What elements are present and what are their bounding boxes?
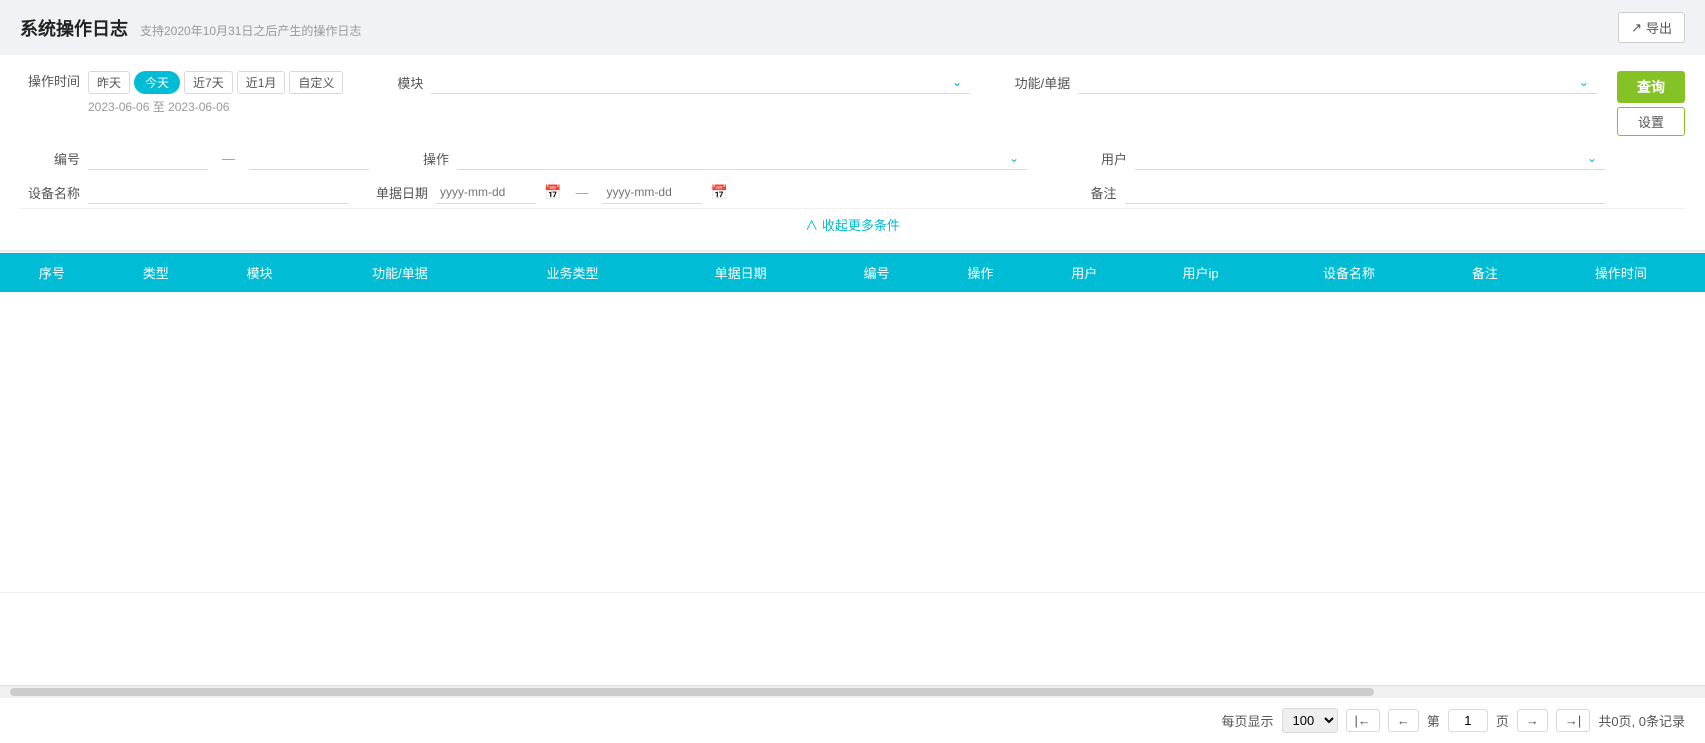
- module-select[interactable]: ⌄: [431, 71, 970, 94]
- user-chevron-icon: ⌄: [1587, 151, 1597, 165]
- export-button[interactable]: ↗ 导出: [1618, 12, 1685, 43]
- col-note: 备注: [1433, 253, 1537, 292]
- device-input[interactable]: [88, 180, 348, 204]
- calendar-to-icon[interactable]: 📅: [710, 184, 727, 201]
- data-table: 序号 类型 模块 功能/单据 业务类型 单据日期 编号 操作 用户 用户ip 设…: [0, 253, 1705, 593]
- date-dash: —: [569, 185, 594, 200]
- note-label: 备注: [1037, 183, 1117, 202]
- page-summary: 共0页, 0条记录: [1598, 711, 1685, 730]
- user-label: 用户: [1047, 149, 1127, 168]
- time-range-display: 2023-06-06 至 2023-06-06: [88, 98, 343, 115]
- time-options-group: 昨天 今天 近7天 近1月 自定义 2023-06-06 至 2023-06-0…: [88, 71, 343, 115]
- col-doc-date: 单据日期: [657, 253, 825, 292]
- col-operation: 操作: [928, 253, 1032, 292]
- operation-chevron-icon: ⌄: [1009, 151, 1019, 165]
- user-select[interactable]: ⌄: [1135, 147, 1605, 170]
- table-body: [0, 292, 1705, 592]
- number-filter: 编号 —: [20, 146, 369, 170]
- col-user-ip: 用户ip: [1136, 253, 1265, 292]
- collapse-chevron-icon: ∧: [805, 218, 818, 233]
- device-filter: 设备名称: [20, 180, 348, 204]
- scrollbar-thumb[interactable]: [10, 688, 1374, 696]
- last-page-button[interactable]: →|: [1556, 709, 1590, 732]
- time-label: 操作时间: [20, 71, 80, 90]
- col-biz-type: 业务类型: [488, 253, 656, 292]
- page-number-input[interactable]: [1448, 709, 1488, 732]
- device-label: 设备名称: [20, 183, 80, 202]
- prev-page-button[interactable]: ←: [1388, 709, 1419, 732]
- pagination-bar: 每页显示 100 10 20 50 200 |← ← 第 页 → →| 共0页,…: [0, 697, 1705, 743]
- time-buttons: 昨天 今天 近7天 近1月 自定义: [88, 71, 343, 94]
- filter-row-2: 编号 — 操作 ⌄ 用户 ⌄: [20, 146, 1685, 170]
- col-number: 编号: [825, 253, 929, 292]
- page-label: 第: [1427, 711, 1440, 730]
- function-label: 功能/单据: [990, 73, 1070, 92]
- filter-row-1: 操作时间 昨天 今天 近7天 近1月 自定义 2023-06-06 至 2023…: [20, 71, 1685, 136]
- number-dash: —: [216, 151, 241, 166]
- export-icon: ↗: [1631, 20, 1642, 36]
- query-button[interactable]: 查询: [1617, 71, 1685, 103]
- col-device: 设备名称: [1265, 253, 1433, 292]
- page-unit: 页: [1496, 711, 1509, 730]
- page-subtitle: 支持2020年10月31日之后产生的操作日志: [140, 22, 361, 39]
- note-input[interactable]: [1125, 180, 1606, 204]
- collapse-label: 收起更多条件: [822, 218, 900, 233]
- page-header: 系统操作日志 支持2020年10月31日之后产生的操作日志 ↗ 导出: [0, 0, 1705, 55]
- number-label: 编号: [20, 149, 80, 168]
- time-btn-7days[interactable]: 近7天: [184, 71, 233, 94]
- time-btn-1month[interactable]: 近1月: [237, 71, 286, 94]
- function-filter: 功能/单据 ⌄: [970, 71, 1597, 94]
- horizontal-scrollbar[interactable]: [0, 685, 1705, 697]
- table-empty-cell: [0, 292, 1705, 592]
- time-filter: 操作时间 昨天 今天 近7天 近1月 自定义 2023-06-06 至 2023…: [20, 71, 343, 115]
- doc-date-label: 单据日期: [368, 183, 428, 202]
- function-select[interactable]: ⌄: [1078, 71, 1597, 94]
- operation-select[interactable]: ⌄: [457, 147, 1027, 170]
- col-index: 序号: [0, 253, 104, 292]
- col-module: 模块: [208, 253, 312, 292]
- col-op-time: 操作时间: [1537, 253, 1705, 292]
- note-filter: 备注: [1017, 180, 1686, 204]
- time-btn-custom[interactable]: 自定义: [289, 71, 343, 94]
- next-page-button[interactable]: →: [1517, 709, 1548, 732]
- time-btn-today[interactable]: 今天: [134, 71, 180, 94]
- table-container: 序号 类型 模块 功能/单据 业务类型 单据日期 编号 操作 用户 用户ip 设…: [0, 253, 1705, 685]
- user-filter: 用户 ⌄: [1027, 147, 1685, 170]
- table-header: 序号 类型 模块 功能/单据 业务类型 单据日期 编号 操作 用户 用户ip 设…: [0, 253, 1705, 292]
- operation-label: 操作: [389, 149, 449, 168]
- per-page-select[interactable]: 100 10 20 50 200: [1282, 708, 1338, 733]
- module-label: 模块: [363, 73, 423, 92]
- table-header-row: 序号 类型 模块 功能/单据 业务类型 单据日期 编号 操作 用户 用户ip 设…: [0, 253, 1705, 292]
- action-buttons: 查询 设置: [1617, 71, 1685, 136]
- date-to-input[interactable]: [602, 181, 702, 204]
- collapse-bar[interactable]: ∧ 收起更多条件: [20, 208, 1685, 240]
- calendar-from-icon[interactable]: 📅: [544, 184, 561, 201]
- per-page-label: 每页显示: [1221, 711, 1273, 730]
- function-chevron-icon: ⌄: [1579, 75, 1589, 89]
- doc-date-filter: 单据日期 📅 — 📅: [348, 181, 1017, 204]
- module-chevron-icon: ⌄: [952, 75, 962, 89]
- export-label: 导出: [1646, 18, 1672, 37]
- header-left: 系统操作日志 支持2020年10月31日之后产生的操作日志: [20, 15, 361, 41]
- operation-filter: 操作 ⌄: [369, 147, 1027, 170]
- col-function: 功能/单据: [311, 253, 488, 292]
- page-wrapper: 系统操作日志 支持2020年10月31日之后产生的操作日志 ↗ 导出 操作时间 …: [0, 0, 1705, 743]
- settings-button[interactable]: 设置: [1617, 107, 1685, 136]
- col-user: 用户: [1032, 253, 1136, 292]
- number-input-from[interactable]: [88, 146, 208, 170]
- filter-area: 操作时间 昨天 今天 近7天 近1月 自定义 2023-06-06 至 2023…: [0, 55, 1705, 251]
- number-input-to[interactable]: [249, 146, 369, 170]
- first-page-button[interactable]: |←: [1346, 709, 1380, 732]
- time-btn-yesterday[interactable]: 昨天: [88, 71, 130, 94]
- col-type: 类型: [104, 253, 208, 292]
- module-filter: 模块 ⌄: [343, 71, 970, 94]
- page-title: 系统操作日志: [20, 15, 128, 41]
- table-empty-row: [0, 292, 1705, 592]
- filter-row-3: 设备名称 单据日期 📅 — 📅 备注: [20, 180, 1685, 204]
- date-from-input[interactable]: [436, 181, 536, 204]
